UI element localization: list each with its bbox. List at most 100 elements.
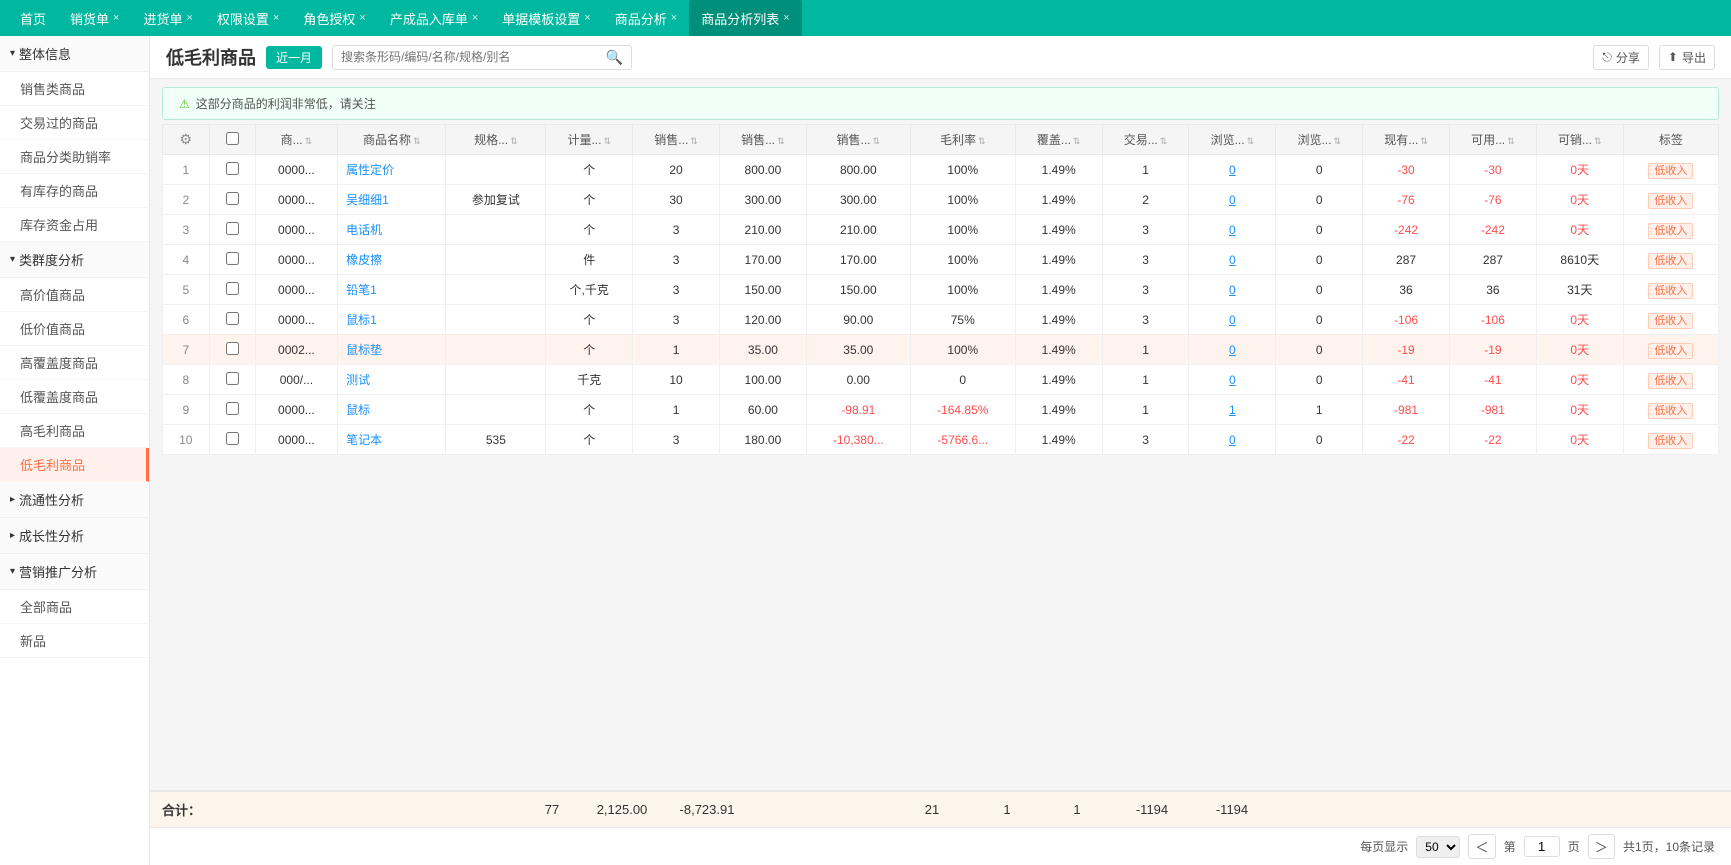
page-input[interactable]	[1524, 836, 1560, 857]
sidebar-item-inventory-fund[interactable]: 库存资金占用	[0, 208, 149, 242]
period-button[interactable]: 近一月	[266, 46, 322, 69]
sort-arrow-name[interactable]: ⇅	[413, 136, 421, 146]
row-check-1[interactable]	[226, 192, 239, 205]
settings-icon[interactable]: ⚙	[180, 131, 193, 147]
sidebar-item-new-goods[interactable]: 新品	[0, 624, 149, 658]
row-checkbox[interactable]	[209, 275, 255, 305]
row-name[interactable]: 橡皮擦	[338, 245, 446, 275]
row-checkbox[interactable]	[209, 215, 255, 245]
row-checkbox[interactable]	[209, 245, 255, 275]
row-view1[interactable]: 0	[1189, 305, 1276, 335]
row-view1[interactable]: 0	[1189, 155, 1276, 185]
next-page-btn[interactable]: ＞	[1588, 834, 1615, 859]
row-check-4[interactable]	[226, 282, 239, 295]
sidebar-item-low-coverage[interactable]: 低覆盖度商品	[0, 380, 149, 414]
nav-permission[interactable]: 权限设置 ×	[205, 0, 291, 36]
row-check-8[interactable]	[226, 402, 239, 415]
row-check-9[interactable]	[226, 432, 239, 445]
nav-sales-order[interactable]: 销货单 ×	[58, 0, 131, 36]
row-name[interactable]: 鼠标1	[338, 305, 446, 335]
row-view1[interactable]: 0	[1189, 215, 1276, 245]
row-checkbox[interactable]	[209, 365, 255, 395]
sort-arrow-price[interactable]: ⇅	[777, 136, 785, 146]
nav-purchase-order[interactable]: 进货单 ×	[131, 0, 204, 36]
sidebar-group-cluster[interactable]: ▾ 类群度分析	[0, 242, 149, 278]
nav-close-goods[interactable]: ×	[671, 12, 677, 24]
nav-close-purchase[interactable]: ×	[186, 12, 192, 24]
sidebar-item-category-rate[interactable]: 商品分类助销率	[0, 140, 149, 174]
sidebar-group-marketing[interactable]: ▾ 营销推广分析	[0, 554, 149, 590]
nav-role-auth[interactable]: 角色授权 ×	[291, 0, 377, 36]
sidebar-item-in-stock[interactable]: 有库存的商品	[0, 174, 149, 208]
sort-arrow-spec[interactable]: ⇅	[510, 136, 518, 146]
row-check-0[interactable]	[226, 162, 239, 175]
row-name[interactable]: 属性定价	[338, 155, 446, 185]
row-name[interactable]: 测试	[338, 365, 446, 395]
row-name[interactable]: 笔记本	[338, 425, 446, 455]
row-checkbox[interactable]	[209, 155, 255, 185]
sidebar-group-growth[interactable]: ▸ 成长性分析	[0, 518, 149, 554]
sidebar-item-low-value[interactable]: 低价值商品	[0, 312, 149, 346]
sidebar-item-traded-goods[interactable]: 交易过的商品	[0, 106, 149, 140]
col-settings[interactable]: ⚙	[163, 125, 210, 155]
sort-arrow-transaction[interactable]: ⇅	[1160, 136, 1168, 146]
sort-arrow-sellable[interactable]: ⇅	[1594, 136, 1602, 146]
sort-arrow-margin[interactable]: ⇅	[978, 136, 986, 146]
share-button[interactable]: ⎋ 分享	[1593, 45, 1649, 70]
nav-goods-analysis-list[interactable]: 商品分析列表 ×	[689, 0, 801, 36]
row-check-3[interactable]	[226, 252, 239, 265]
row-name[interactable]: 鼠标垫	[338, 335, 446, 365]
row-view1[interactable]: 0	[1189, 185, 1276, 215]
sidebar-item-high-value[interactable]: 高价值商品	[0, 278, 149, 312]
nav-close-role[interactable]: ×	[359, 12, 365, 24]
row-view1[interactable]: 0	[1189, 275, 1276, 305]
nav-product-entry[interactable]: 产成品入库单 ×	[378, 0, 490, 36]
select-all-checkbox[interactable]	[226, 132, 239, 145]
sort-arrow-view1[interactable]: ⇅	[1247, 136, 1255, 146]
export-button[interactable]: ⬆ 导出	[1659, 45, 1715, 70]
row-check-6[interactable]	[226, 342, 239, 355]
row-checkbox[interactable]	[209, 395, 255, 425]
sidebar-item-high-margin[interactable]: 高毛利商品	[0, 414, 149, 448]
row-checkbox[interactable]	[209, 335, 255, 365]
sort-arrow-current[interactable]: ⇅	[1420, 136, 1428, 146]
nav-home[interactable]: 首页	[8, 0, 58, 36]
nav-close-list[interactable]: ×	[783, 12, 789, 24]
sidebar-item-sales-goods[interactable]: 销售类商品	[0, 72, 149, 106]
sort-arrow-available[interactable]: ⇅	[1507, 136, 1515, 146]
row-checkbox[interactable]	[209, 425, 255, 455]
sidebar-group-flow[interactable]: ▸ 流通性分析	[0, 482, 149, 518]
row-name[interactable]: 鼠标	[338, 395, 446, 425]
sort-arrow-view2[interactable]: ⇅	[1333, 136, 1341, 146]
search-input[interactable]	[341, 50, 606, 64]
nav-close-product[interactable]: ×	[472, 12, 478, 24]
sort-arrow-code[interactable]: ⇅	[305, 136, 313, 146]
row-view1[interactable]: 1	[1189, 395, 1276, 425]
search-icon[interactable]: 🔍	[606, 49, 623, 66]
row-view1[interactable]: 0	[1189, 425, 1276, 455]
nav-close-template[interactable]: ×	[584, 12, 590, 24]
nav-close-sales[interactable]: ×	[113, 12, 119, 24]
sort-arrow-qty[interactable]: ⇅	[690, 136, 698, 146]
nav-goods-analysis[interactable]: 商品分析 ×	[603, 0, 689, 36]
row-view1[interactable]: 0	[1189, 365, 1276, 395]
row-check-7[interactable]	[226, 372, 239, 385]
nav-template[interactable]: 单据模板设置 ×	[490, 0, 602, 36]
sidebar-item-low-margin[interactable]: 低毛利商品	[0, 448, 149, 482]
row-checkbox[interactable]	[209, 185, 255, 215]
prev-page-btn[interactable]: ＜	[1468, 834, 1495, 859]
sidebar-item-high-coverage[interactable]: 高覆盖度商品	[0, 346, 149, 380]
sort-arrow-unit[interactable]: ⇅	[603, 136, 611, 146]
row-checkbox[interactable]	[209, 305, 255, 335]
row-check-2[interactable]	[226, 222, 239, 235]
sort-arrow-cost[interactable]: ⇅	[873, 136, 881, 146]
nav-close-permission[interactable]: ×	[273, 12, 279, 24]
row-view1[interactable]: 0	[1189, 335, 1276, 365]
sidebar-item-all-goods[interactable]: 全部商品	[0, 590, 149, 624]
sort-arrow-coverage[interactable]: ⇅	[1073, 136, 1081, 146]
row-check-5[interactable]	[226, 312, 239, 325]
per-page-select[interactable]: 50	[1416, 836, 1460, 858]
row-view1[interactable]: 0	[1189, 245, 1276, 275]
row-name[interactable]: 铅笔1	[338, 275, 446, 305]
row-name[interactable]: 吴细细1	[338, 185, 446, 215]
